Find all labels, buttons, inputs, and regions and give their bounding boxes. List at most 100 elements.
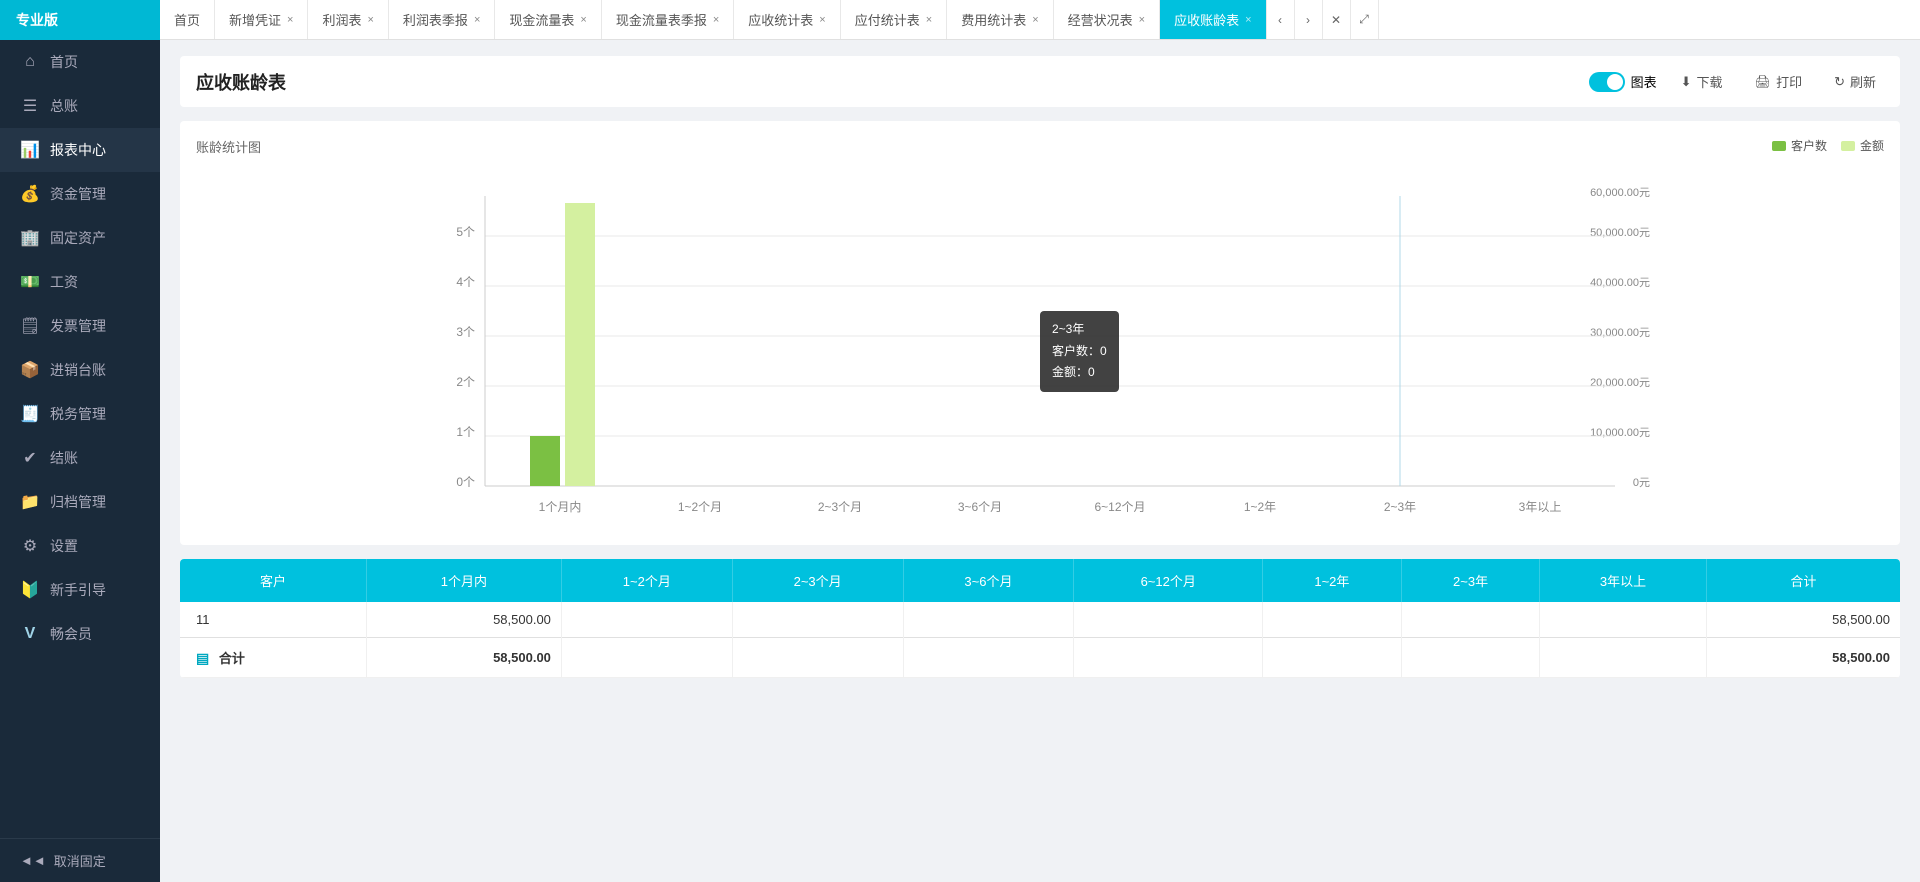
svg-text:2~3年: 2~3年 (1384, 500, 1416, 514)
sidebar-item-label: 进销台账 (50, 360, 106, 380)
sidebar-item-tax[interactable]: 🧾 税务管理 (0, 392, 160, 436)
sidebar-item-ledger[interactable]: ☰ 总账 (0, 84, 160, 128)
sidebar-item-label: 新手引导 (50, 580, 106, 600)
svg-text:3~6个月: 3~6个月 (958, 500, 1002, 514)
sidebar-item-archive[interactable]: 📁 归档管理 (0, 480, 160, 524)
tab-nav-left[interactable]: ‹ (1267, 0, 1295, 39)
tab-profit-quarterly[interactable]: 利润表季报 × (389, 0, 495, 39)
cell-m8 (1540, 602, 1706, 638)
tab-new-voucher[interactable]: 新增凭证 × (215, 0, 308, 39)
pin-icon: ◄◄ (20, 853, 46, 868)
sidebar-item-label: 报表中心 (50, 140, 106, 160)
close-icon[interactable]: × (1032, 14, 1038, 26)
svg-text:10,000.00元: 10,000.00元 (1590, 427, 1650, 439)
cell-m1: 58,500.00 (366, 602, 561, 638)
download-button[interactable]: ⬇ 下载 (1673, 68, 1731, 95)
svg-text:0个: 0个 (456, 475, 475, 489)
sidebar-item-vip[interactable]: V 畅会员 (0, 612, 160, 656)
data-table: 客户 1个月内 1~2个月 2~3个月 3~6个月 6~12个月 1~2年 2~… (180, 559, 1900, 678)
svg-text:2~3个月: 2~3个月 (818, 500, 862, 514)
sidebar-item-assets[interactable]: 🏢 固定资产 (0, 216, 160, 260)
tab-label: 应收账龄表 (1174, 10, 1239, 29)
svg-text:2个: 2个 (456, 375, 475, 389)
tab-receivables-stat[interactable]: 应收统计表 × (734, 0, 840, 39)
main-content: 首页 新增凭证 × 利润表 × 利润表季报 × 现金流量表 × 现金流量表季报 … (160, 0, 1920, 882)
tab-expense-stat[interactable]: 费用统计表 × (947, 0, 1053, 39)
close-icon[interactable]: × (926, 14, 932, 26)
print-label: 打印 (1776, 72, 1802, 91)
tab-ar-aging[interactable]: 应收账龄表 × (1160, 0, 1266, 39)
close-icon[interactable]: × (713, 14, 719, 26)
tab-cashflow[interactable]: 现金流量表 × (495, 0, 601, 39)
col-customer: 客户 (180, 559, 366, 602)
sidebar-item-invoice[interactable]: 🗒 发票管理 (0, 304, 160, 348)
close-icon[interactable]: × (367, 14, 373, 26)
legend-color-amount (1841, 141, 1855, 151)
chart-title: 账龄统计图 (196, 137, 1884, 156)
col-m6: 1~2年 (1263, 559, 1402, 602)
close-icon[interactable]: × (474, 14, 480, 26)
sidebar-item-inventory[interactable]: 📦 进销台账 (0, 348, 160, 392)
tab-label: 利润表 (322, 10, 361, 29)
sidebar-item-home[interactable]: ⌂ 首页 (0, 40, 160, 84)
tab-home[interactable]: 首页 (160, 0, 215, 39)
total-m7 (1401, 638, 1540, 678)
total-m3 (732, 638, 903, 678)
guide-icon: 🔰 (20, 580, 40, 600)
sidebar-item-guide[interactable]: 🔰 新手引导 (0, 568, 160, 612)
close-icon[interactable]: × (287, 14, 293, 26)
sidebar-item-label: 税务管理 (50, 404, 106, 424)
close-icon[interactable]: × (580, 14, 586, 26)
total-m8 (1540, 638, 1706, 678)
table-container: 客户 1个月内 1~2个月 2~3个月 3~6个月 6~12个月 1~2年 2~… (180, 559, 1900, 678)
svg-text:20,000.00元: 20,000.00元 (1590, 377, 1650, 389)
tab-label: 现金流量表 (509, 10, 574, 29)
total-m1: 58,500.00 (366, 638, 561, 678)
sidebar-item-salary[interactable]: 💵 工资 (0, 260, 160, 304)
svg-text:40,000.00元: 40,000.00元 (1590, 277, 1650, 289)
cell-m3 (732, 602, 903, 638)
tab-cashflow-quarterly[interactable]: 现金流量表季报 × (602, 0, 734, 39)
col-m8: 3年以上 (1540, 559, 1706, 602)
tab-label: 利润表季报 (403, 10, 468, 29)
toggle-thumb (1607, 74, 1623, 90)
tab-nav-right[interactable]: › (1295, 0, 1323, 39)
close-icon[interactable]: × (819, 14, 825, 26)
tab-close-all[interactable]: ✕ (1323, 0, 1351, 39)
cell-m4 (903, 602, 1074, 638)
bar-customers-0 (530, 436, 560, 486)
toggle-label: 图表 (1631, 72, 1657, 91)
sidebar-item-funds[interactable]: 💰 资金管理 (0, 172, 160, 216)
close-icon[interactable]: × (1245, 14, 1251, 26)
pin-label: 取消固定 (54, 851, 106, 870)
col-m7: 2~3年 (1401, 559, 1540, 602)
archive-icon: 📁 (20, 492, 40, 512)
sidebar-item-settings[interactable]: ⚙ 设置 (0, 524, 160, 568)
chart-svg: 0个 1个 2个 3个 4个 5个 0元 10,000.00元 20,000.0… (196, 166, 1884, 526)
sidebar-pin-toggle[interactable]: ◄◄ 取消固定 (0, 838, 160, 882)
ledger-icon: ☰ (20, 96, 40, 116)
page-header: 应收账龄表 图表 ⬇ 下载 🖨 打印 ↻ 刷新 (180, 56, 1900, 107)
tab-profit[interactable]: 利润表 × (308, 0, 388, 39)
download-label: 下载 (1697, 72, 1723, 91)
print-button[interactable]: 🖨 打印 (1747, 68, 1811, 95)
total-total: 58,500.00 (1706, 638, 1900, 678)
chart-container: 账龄统计图 客户数 金额 0个 1个 2个 3个 4个 (180, 121, 1900, 545)
tax-icon: 🧾 (20, 404, 40, 424)
legend-label-customers: 客户数 (1791, 137, 1827, 154)
sidebar-item-closing[interactable]: ✔ 结账 (0, 436, 160, 480)
app-logo: 专业版 (0, 0, 160, 40)
close-icon[interactable]: × (1139, 14, 1145, 26)
sidebar-item-reports[interactable]: 📊 报表中心 (0, 128, 160, 172)
chart-toggle[interactable]: 图表 (1589, 72, 1657, 92)
svg-text:60,000.00元: 60,000.00元 (1590, 187, 1650, 199)
tab-label: 费用统计表 (961, 10, 1026, 29)
sidebar-item-label: 首页 (50, 52, 78, 72)
tab-expand[interactable]: ⤢ (1351, 0, 1379, 39)
col-m2: 1~2个月 (561, 559, 732, 602)
tab-operations-stat[interactable]: 经营状况表 × (1054, 0, 1160, 39)
tab-payables-stat[interactable]: 应付统计表 × (841, 0, 947, 39)
refresh-button[interactable]: ↻ 刷新 (1826, 68, 1884, 95)
legend-label-amount: 金额 (1860, 137, 1884, 154)
toggle-track[interactable] (1589, 72, 1625, 92)
